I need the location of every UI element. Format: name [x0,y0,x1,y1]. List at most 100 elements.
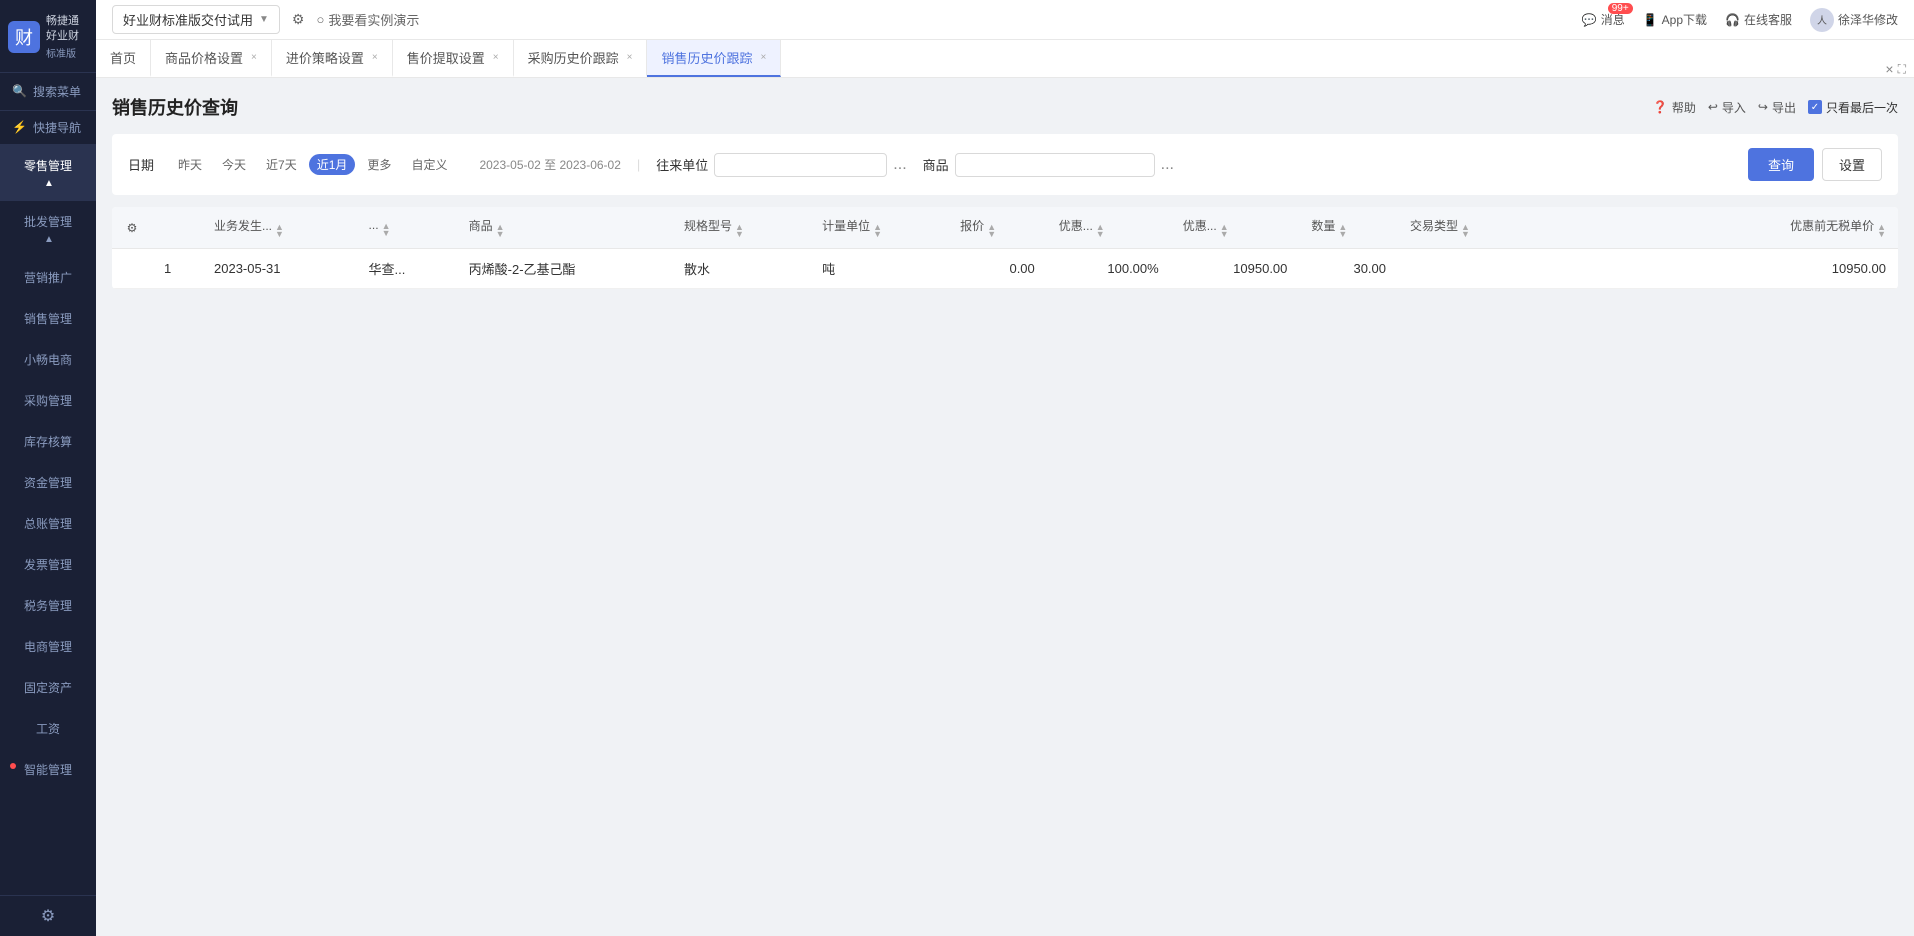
export-icon: ↪ [1758,100,1768,114]
sidebar-item-invoice[interactable]: 发票管理 [0,544,96,585]
tab-close-icon[interactable]: × [372,52,378,63]
sort-icon: ▲▼ [1338,224,1347,238]
sidebar-item-label: 工资 [36,720,60,737]
logo-icon: 财 [8,21,40,53]
sidebar-item-finance[interactable]: 资金管理 [0,462,96,503]
tab-bar: 首页 商品价格设置 × 进价策略设置 × 售价提取设置 × 采购历史价跟踪 × … [96,40,1914,78]
source-unit-dots-button[interactable]: ... [893,156,906,174]
import-button[interactable]: ↩ 导入 [1708,99,1746,116]
date-opt-last1month[interactable]: 近1月 [309,154,356,175]
date-opt-custom[interactable]: 自定义 [403,154,455,175]
tab-end-actions: × ⛶ [1877,61,1914,77]
sort-icon: ▲▼ [735,224,744,238]
col-biz-date[interactable]: 业务发生...▲▼ [202,207,357,249]
col-spec[interactable]: 规格型号▲▼ [672,207,810,249]
topbar: 好业财标准版交付试用 ▼ ⚙ ○ 我要看实例演示 💬 99+ 消息 📱 App下… [96,0,1914,40]
workspace-name: 好业财标准版交付试用 [123,10,253,29]
message-button[interactable]: 💬 99+ 消息 [1582,11,1625,28]
source-unit-input[interactable] [714,153,887,177]
row-discount1: 100.00% [1047,249,1171,289]
sidebar-item-label: 库存核算 [24,433,72,450]
settings-icon[interactable]: ⚙ [41,906,55,926]
import-icon: ↩ [1708,100,1718,114]
sidebar-search[interactable]: 🔍 搜索菜单 [0,73,96,111]
row-trade-type [1398,249,1536,289]
main-area: 好业财标准版交付试用 ▼ ⚙ ○ 我要看实例演示 💬 99+ 消息 📱 App下… [96,0,1914,936]
query-button[interactable]: 查询 [1748,148,1814,181]
settings-button[interactable]: 设置 [1822,148,1882,181]
col-product[interactable]: 商品▲▼ [457,207,672,249]
date-opt-last7[interactable]: 近7天 [258,154,305,175]
col-quantity[interactable]: 数量▲▼ [1299,207,1398,249]
date-opt-yesterday[interactable]: 昨天 [170,154,210,175]
column-settings-icon[interactable]: ⚙ [127,221,138,235]
product-dots-button[interactable]: ... [1161,156,1174,174]
col-index [152,207,202,249]
sidebar-item-label: 营销推广 [24,269,72,286]
sidebar-item-assets[interactable]: 固定资产 [0,667,96,708]
tab-sales-history[interactable]: 销售历史价跟踪 × [647,40,781,77]
workspace-selector[interactable]: 好业财标准版交付试用 ▼ [112,5,280,34]
col-discount1[interactable]: 优惠...▲▼ [1047,207,1171,249]
sidebar-item-ecommerce-small[interactable]: 小畅电商 [0,339,96,380]
sidebar-item-purchase[interactable]: 采购管理 [0,380,96,421]
export-button[interactable]: ↪ 导出 [1758,99,1796,116]
sidebar-item-label: 销售管理 [24,310,72,327]
sidebar-item-accounting[interactable]: 总账管理 [0,503,96,544]
col-more[interactable]: ...▲▼ [357,207,457,249]
col-unit[interactable]: 计量单位▲▼ [810,207,948,249]
quick-nav-icon: ⚡ [12,120,27,134]
date-options: 昨天 今天 近7天 近1月 更多 自定义 [170,154,455,175]
date-opt-more[interactable]: 更多 [359,154,399,175]
tab-close-window-icon[interactable]: × [1885,61,1893,77]
tab-close-icon[interactable]: × [493,52,499,63]
row-product: 丙烯酸-2-乙基己酯 [457,249,672,289]
col-trade-type[interactable]: 交易类型▲▼ [1398,207,1536,249]
sidebar-quick-nav[interactable]: ⚡ 快捷导航 [0,111,96,145]
sidebar-item-sales[interactable]: 销售管理 [0,298,96,339]
tab-purchase-history[interactable]: 采购历史价跟踪 × [514,40,648,77]
product-input[interactable] [955,153,1155,177]
app-download-label: App下载 [1662,11,1707,28]
sidebar-item-label: 小畅电商 [24,351,72,368]
col-settings[interactable]: ⚙ [112,207,152,249]
tab-close-icon[interactable]: × [760,52,766,63]
tab-close-icon[interactable]: × [627,52,633,63]
col-price[interactable]: 报价▲▼ [948,207,1047,249]
sort-icon: ▲▼ [987,224,996,238]
help-label: 帮助 [1672,99,1696,116]
tab-close-icon[interactable]: × [251,52,257,63]
col-pretax-price[interactable]: 优惠前无税单价▲▼ [1701,207,1898,249]
sidebar-item-retail[interactable]: 零售管理 ▲ [0,145,96,201]
user-profile-button[interactable]: 人 徐泽华修改 [1810,8,1898,32]
sidebar-item-wholesale[interactable]: 批发管理 ▲ [0,201,96,257]
tab-sale-extract[interactable]: 售价提取设置 × [393,40,514,77]
online-service-button[interactable]: 🎧 在线客服 [1725,11,1792,28]
sidebar-item-ecommerce[interactable]: 电商管理 [0,626,96,667]
avatar: 人 [1810,8,1834,32]
app-download-button[interactable]: 📱 App下载 [1643,11,1707,28]
sidebar-item-label: 税务管理 [24,597,72,614]
sidebar-item-marketing[interactable]: 营销推广 [0,257,96,298]
col-discount2[interactable]: 优惠...▲▼ [1171,207,1300,249]
page-header: 销售历史价查询 ❓ 帮助 ↩ 导入 ↪ 导出 ✓ 只看最后一次 [112,94,1898,120]
date-opt-today[interactable]: 今天 [214,154,254,175]
row-discount2: 10950.00 [1171,249,1300,289]
sidebar-item-smart[interactable]: 智能管理 [0,749,96,790]
sidebar-item-payroll[interactable]: 工资 [0,708,96,749]
table-header-row: ⚙ 业务发生...▲▼ ...▲▼ 商品▲▼ 规格型号 [112,207,1898,249]
only-last-checkbox[interactable]: ✓ 只看最后一次 [1808,99,1898,116]
topbar-settings-icon[interactable]: ⚙ [292,11,305,28]
row-quantity: 30.00 [1299,249,1398,289]
sidebar-item-label: 智能管理 [24,761,72,778]
smart-dot-indicator [10,763,16,769]
tab-home[interactable]: 首页 [96,40,151,77]
tab-price-settings[interactable]: 商品价格设置 × [151,40,272,77]
help-button[interactable]: ❓ 帮助 [1653,99,1696,116]
online-service-label: 在线客服 [1744,11,1792,28]
sidebar-item-inventory[interactable]: 库存核算 [0,421,96,462]
tab-purchase-strategy[interactable]: 进价策略设置 × [272,40,393,77]
tab-maximize-icon[interactable]: ⛶ [1898,62,1906,77]
sidebar-item-tax[interactable]: 税务管理 [0,585,96,626]
demo-link[interactable]: ○ 我要看实例演示 [316,10,419,29]
